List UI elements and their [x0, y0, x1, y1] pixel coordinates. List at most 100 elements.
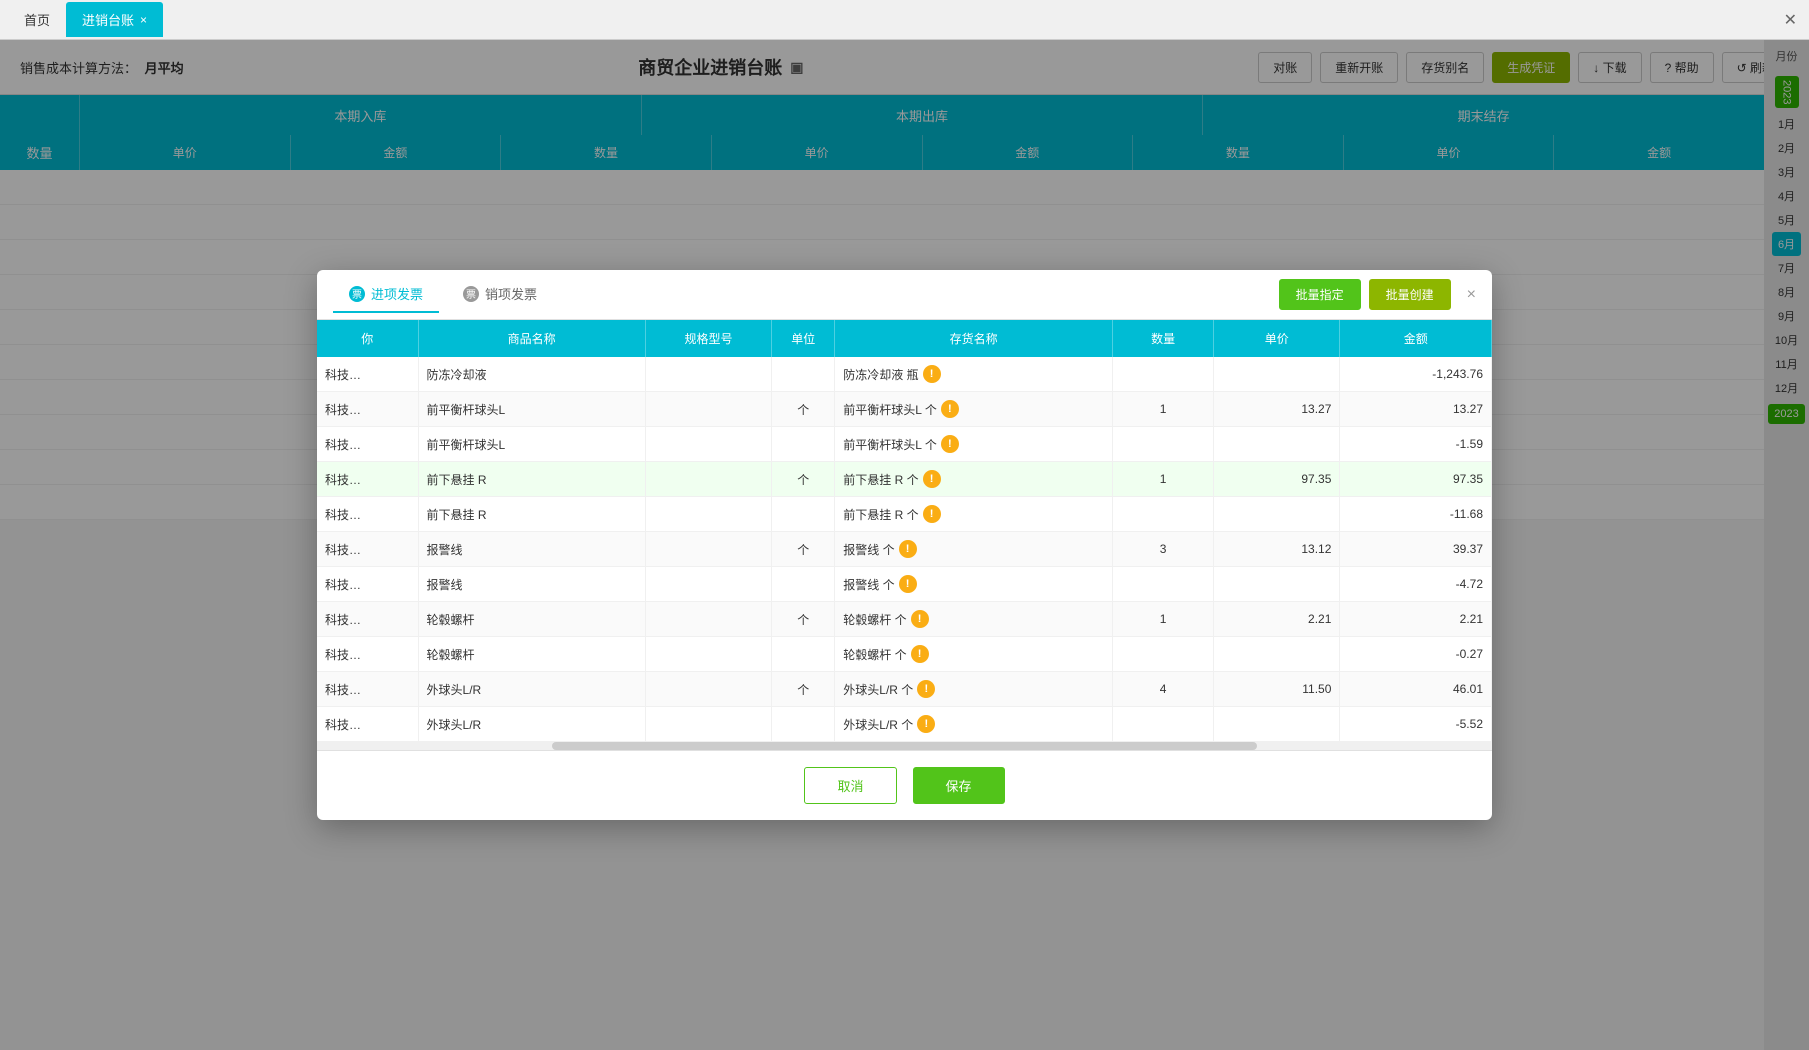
col-quantity: 数量	[1113, 320, 1214, 357]
cell-spec	[645, 392, 771, 427]
cell-unit-price: 11.50	[1214, 672, 1340, 707]
dialog-scrollbar[interactable]	[317, 742, 1492, 750]
cell-supplier: 科技…	[317, 497, 418, 532]
cell-unit-price: 13.12	[1214, 532, 1340, 567]
cell-quantity	[1113, 637, 1214, 672]
tab-out-invoice[interactable]: 票 销项发票	[447, 276, 553, 313]
table-row: 科技… 轮毂螺杆 轮毂螺杆 个 ! -0.27	[317, 637, 1492, 672]
warning-icon: !	[941, 400, 959, 418]
cell-unit: 个	[772, 602, 835, 637]
cell-product: 前平衡杆球头L	[418, 427, 645, 462]
cell-product: 前下悬挂 R	[418, 462, 645, 497]
table-row: 科技… 报警线 个 报警线 个 ! 3 13.12 39.37	[317, 532, 1492, 567]
cell-inventory: 报警线 个 !	[835, 532, 1113, 567]
table-row: 科技… 外球头L/R 外球头L/R 个 ! -5.52	[317, 707, 1492, 742]
dialog-header-actions: 批量指定 批量创建	[1279, 279, 1451, 310]
tab-in-icon: 票	[349, 286, 365, 302]
cell-spec	[645, 427, 771, 462]
cell-supplier: 科技…	[317, 637, 418, 672]
cell-spec	[645, 602, 771, 637]
cell-amount: 39.37	[1340, 532, 1492, 567]
cell-spec	[645, 637, 771, 672]
cell-unit-price	[1214, 637, 1340, 672]
table-row: 科技… 前下悬挂 R 个 前下悬挂 R 个 ! 1 97.35 97.35	[317, 462, 1492, 497]
cell-amount: -4.72	[1340, 567, 1492, 602]
col-product-name: 商品名称	[418, 320, 645, 357]
cell-product: 报警线	[418, 567, 645, 602]
table-rows: 科技… 防冻冷却液 防冻冷却液 瓶 ! -1,243.76 科技… 前平衡杆球头…	[317, 357, 1492, 742]
cell-spec	[645, 357, 771, 392]
tab-close-icon[interactable]: ×	[140, 13, 147, 27]
table-row: 科技… 前平衡杆球头L 前平衡杆球头L 个 ! -1.59	[317, 427, 1492, 462]
cancel-button[interactable]: 取消	[804, 767, 896, 804]
cell-product: 报警线	[418, 532, 645, 567]
cell-unit	[772, 637, 835, 672]
table-row: 科技… 前平衡杆球头L 个 前平衡杆球头L 个 ! 1 13.27 13.27	[317, 392, 1492, 427]
cell-quantity	[1113, 427, 1214, 462]
window-close-button[interactable]: ✕	[1784, 10, 1797, 30]
cell-spec	[645, 707, 771, 742]
tab-in-invoice[interactable]: 票 进项发票	[333, 276, 439, 313]
cell-product: 轮毂螺杆	[418, 602, 645, 637]
cell-amount: -11.68	[1340, 497, 1492, 532]
col-amount: 金额	[1340, 320, 1492, 357]
table-row: 科技… 轮毂螺杆 个 轮毂螺杆 个 ! 1 2.21 2.21	[317, 602, 1492, 637]
table-row: 科技… 防冻冷却液 防冻冷却液 瓶 ! -1,243.76	[317, 357, 1492, 392]
col-unit-price: 单价	[1214, 320, 1340, 357]
cell-unit: 个	[772, 462, 835, 497]
modal-overlay: 票 进项发票 票 销项发票 批量指定 批量创建 × 你	[0, 40, 1809, 1050]
cell-quantity	[1113, 707, 1214, 742]
save-button[interactable]: 保存	[913, 767, 1005, 804]
cell-inventory: 轮毂螺杆 个 !	[835, 602, 1113, 637]
cell-quantity: 1	[1113, 462, 1214, 497]
tab-in-label: 进项发票	[371, 284, 423, 303]
tab-current-label: 进销台账	[82, 10, 134, 29]
tab-current[interactable]: 进销台账 ×	[66, 2, 163, 37]
cell-quantity: 1	[1113, 602, 1214, 637]
cell-unit-price	[1214, 567, 1340, 602]
cell-supplier: 科技…	[317, 392, 418, 427]
cell-quantity	[1113, 497, 1214, 532]
warning-icon: !	[917, 680, 935, 698]
cell-supplier: 科技…	[317, 567, 418, 602]
table-row: 科技… 前下悬挂 R 前下悬挂 R 个 ! -11.68	[317, 497, 1492, 532]
table-row: 科技… 报警线 报警线 个 ! -4.72	[317, 567, 1492, 602]
cell-product: 外球头L/R	[418, 672, 645, 707]
table-row: 科技… 外球头L/R 个 外球头L/R 个 ! 4 11.50 46.01	[317, 672, 1492, 707]
cell-unit-price	[1214, 357, 1340, 392]
batch-assign-button[interactable]: 批量指定	[1279, 279, 1361, 310]
cell-amount: -0.27	[1340, 637, 1492, 672]
cell-spec	[645, 672, 771, 707]
col-unit: 单位	[772, 320, 835, 357]
tab-home[interactable]: 首页	[8, 2, 66, 37]
table-header-row: 你 商品名称 规格型号 单位 存货名称 数量 单价 金额	[317, 320, 1492, 357]
cell-spec	[645, 567, 771, 602]
batch-create-button[interactable]: 批量创建	[1369, 279, 1451, 310]
tab-bar: 首页 进销台账 × ✕	[0, 0, 1809, 40]
cell-supplier: 科技…	[317, 672, 418, 707]
cell-inventory: 轮毂螺杆 个 !	[835, 637, 1113, 672]
cell-inventory: 前下悬挂 R 个 !	[835, 497, 1113, 532]
cell-supplier: 科技…	[317, 532, 418, 567]
cell-unit	[772, 707, 835, 742]
dialog-close-button[interactable]: ×	[1467, 286, 1476, 304]
dialog-header: 票 进项发票 票 销项发票 批量指定 批量创建 ×	[317, 270, 1492, 320]
cell-unit-price: 13.27	[1214, 392, 1340, 427]
col-supplier: 你	[317, 320, 418, 357]
cell-product: 轮毂螺杆	[418, 637, 645, 672]
cell-supplier: 科技…	[317, 462, 418, 497]
cell-product: 前下悬挂 R	[418, 497, 645, 532]
cell-spec	[645, 532, 771, 567]
dialog-scrollbar-thumb[interactable]	[552, 742, 1257, 750]
cell-inventory: 防冻冷却液 瓶 !	[835, 357, 1113, 392]
cell-amount: 46.01	[1340, 672, 1492, 707]
cell-product: 外球头L/R	[418, 707, 645, 742]
dialog-footer: 取消 保存	[317, 750, 1492, 820]
cell-supplier: 科技…	[317, 357, 418, 392]
dialog-table-body: 你 商品名称 规格型号 单位 存货名称 数量 单价 金额 科技… 防冻冷却液	[317, 320, 1492, 742]
warning-icon: !	[911, 645, 929, 663]
warning-icon: !	[923, 365, 941, 383]
cell-inventory: 外球头L/R 个 !	[835, 672, 1113, 707]
invoice-dialog: 票 进项发票 票 销项发票 批量指定 批量创建 × 你	[317, 270, 1492, 820]
cell-amount: -5.52	[1340, 707, 1492, 742]
